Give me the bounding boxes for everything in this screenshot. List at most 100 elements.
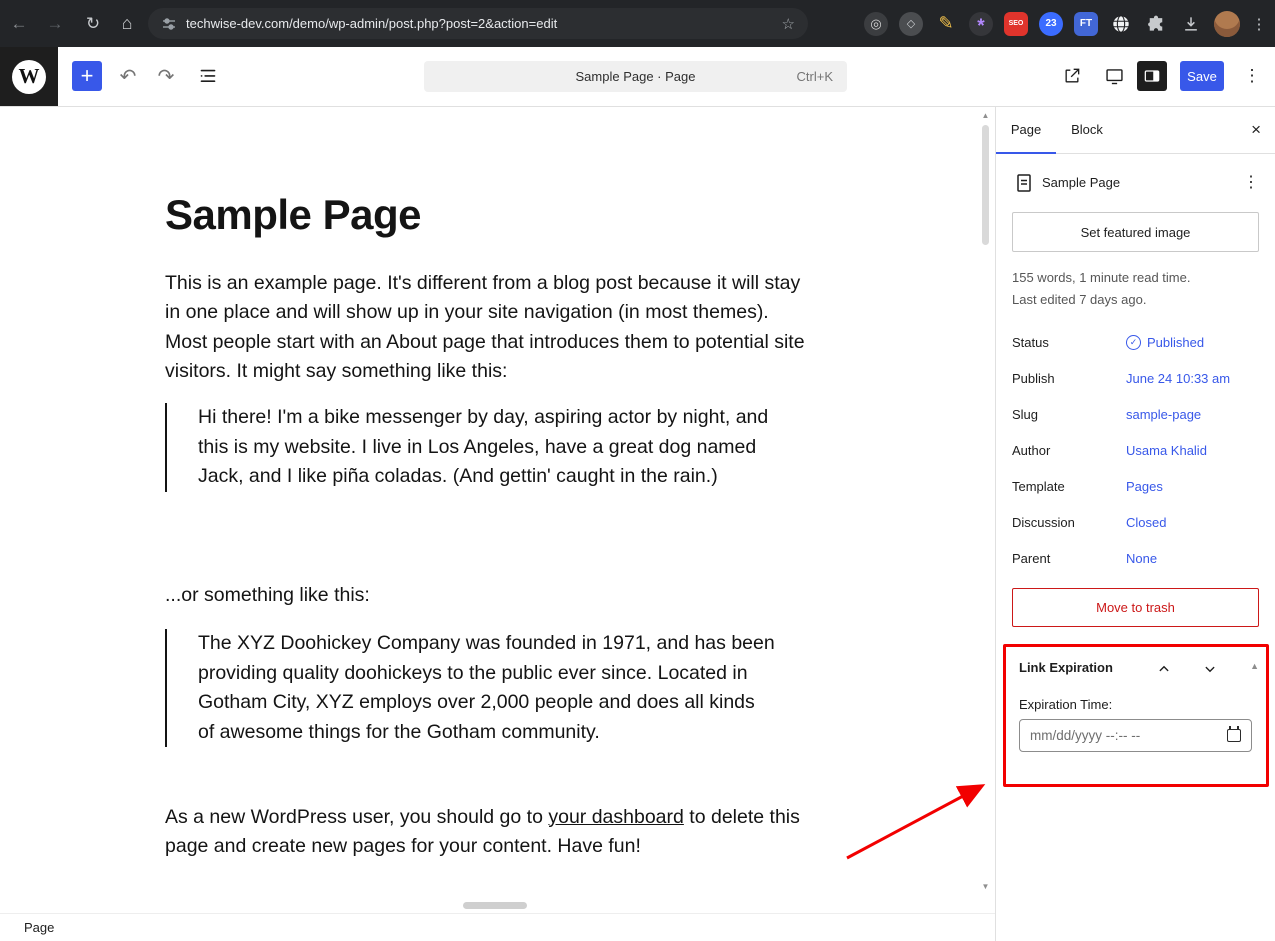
document-actions-menu-button[interactable]: ⋮: [1243, 172, 1259, 192]
settings-sidebar: Page Block × Sample Page ⋮ Set featured …: [995, 107, 1275, 941]
author-value-button[interactable]: Usama Khalid: [1126, 443, 1207, 458]
expiration-datetime-input[interactable]: mm/dd/yyyy --:-- --: [1019, 719, 1252, 752]
browser-refresh-button[interactable]: ↻: [76, 0, 110, 47]
extension-area: ◎ ◇ ✎ * SEO 23 FT ⋮: [864, 0, 1267, 47]
paragraph-block[interactable]: This is an example page. It's different …: [165, 269, 815, 387]
profile-avatar[interactable]: [1214, 10, 1240, 37]
purple-star-extension-icon[interactable]: *: [969, 11, 993, 36]
parent-row: Parent None: [996, 541, 1275, 577]
settings-sidebar-toggle[interactable]: [1137, 61, 1167, 91]
browser-menu-button[interactable]: ⋮: [1251, 12, 1267, 36]
status-value-text: Published: [1147, 335, 1205, 350]
expiration-time-label: Expiration Time:: [1019, 697, 1113, 712]
chevron-down-icon[interactable]: [1198, 657, 1222, 681]
calendar-picker-icon[interactable]: [1227, 726, 1241, 742]
quote-block[interactable]: The XYZ Doohickey Company was founded in…: [165, 629, 776, 747]
author-label: Author: [1012, 443, 1051, 458]
publish-value-button[interactable]: June 24 10:33 am: [1126, 371, 1230, 386]
browser-forward-button[interactable]: →: [38, 0, 72, 47]
slug-label: Slug: [1012, 407, 1039, 422]
downloads-icon[interactable]: [1179, 12, 1203, 36]
parent-value-button[interactable]: None: [1126, 551, 1157, 566]
slug-value-button[interactable]: sample-page: [1126, 407, 1201, 422]
discussion-label: Discussion: [1012, 515, 1075, 530]
wordpress-logo-icon: W: [12, 59, 46, 94]
paragraph-block[interactable]: As a new WordPress user, you should go t…: [165, 803, 815, 862]
slug-row: Slug sample-page: [996, 397, 1275, 433]
scrollbar-thumb[interactable]: [982, 125, 989, 245]
screen: ← → ↻ ⌂ techwise-dev.com/demo/wp-admin/p…: [0, 0, 1275, 941]
browser-toolbar: ← → ↻ ⌂ techwise-dev.com/demo/wp-admin/p…: [0, 0, 1275, 47]
editor-canvas: Sample Page This is an example page. It'…: [0, 107, 995, 913]
status-row: Status ✓ Published: [996, 325, 1275, 361]
status-label: Status: [1012, 335, 1049, 350]
canvas-resize-handle[interactable]: [463, 902, 527, 909]
paragraph-text: As a new WordPress user, you should go t…: [165, 805, 549, 828]
post-title[interactable]: Sample Page: [165, 191, 421, 239]
save-button[interactable]: Save: [1180, 61, 1224, 91]
site-info-icon[interactable]: [161, 16, 177, 32]
browser-back-button[interactable]: ←: [2, 0, 36, 47]
publish-label: Publish: [1012, 371, 1055, 386]
wordpress-logo-button[interactable]: W: [0, 47, 58, 106]
author-row: Author Usama Khalid: [996, 433, 1275, 469]
globe-extension-icon[interactable]: [1109, 12, 1133, 36]
command-palette-button[interactable]: Sample Page · Page Ctrl+K: [424, 61, 847, 92]
ft-extension-icon[interactable]: FT: [1074, 11, 1098, 36]
discussion-row: Discussion Closed: [996, 505, 1275, 541]
undo-button[interactable]: ↶: [112, 61, 144, 91]
pencil-extension-icon[interactable]: ✎: [934, 12, 958, 36]
block-breadcrumb-bar: Page: [0, 913, 995, 941]
scroll-down-icon[interactable]: ▼: [978, 882, 993, 891]
template-label: Template: [1012, 479, 1065, 494]
document-overview-button[interactable]: [192, 61, 224, 91]
close-sidebar-icon[interactable]: ×: [1251, 120, 1261, 140]
browser-home-button[interactable]: ⌂: [110, 0, 144, 47]
annotation-highlight-box: Link Expiration ▲ Expiration Time: mm/dd…: [1003, 644, 1269, 787]
move-to-trash-button[interactable]: Move to trash: [1012, 588, 1259, 627]
panel-collapse-toggle-icon[interactable]: ▲: [1250, 661, 1259, 671]
dashboard-link[interactable]: your dashboard: [548, 806, 684, 828]
set-featured-image-button[interactable]: Set featured image: [1012, 212, 1259, 252]
url-text: techwise-dev.com/demo/wp-admin/post.php?…: [186, 16, 558, 31]
extensions-puzzle-icon[interactable]: [1144, 12, 1168, 36]
tab-block[interactable]: Block: [1056, 107, 1118, 154]
document-settings-rows: Status ✓ Published Publish June 24 10:33 …: [996, 325, 1275, 577]
canvas-scrollbar[interactable]: ▲ ▼: [978, 107, 993, 899]
gray-extension-icon[interactable]: ◇: [899, 11, 923, 36]
page-document-icon: [1012, 171, 1036, 200]
datetime-placeholder: mm/dd/yyyy --:-- --: [1030, 728, 1141, 743]
document-title: Sample Page: [1042, 175, 1121, 190]
publish-row: Publish June 24 10:33 am: [996, 361, 1275, 397]
view-page-external-button[interactable]: [1056, 61, 1088, 91]
shortcut-hint: Ctrl+K: [796, 69, 833, 84]
scroll-up-icon[interactable]: ▲: [978, 111, 993, 120]
template-value-button[interactable]: Pages: [1126, 479, 1163, 494]
parent-label: Parent: [1012, 551, 1051, 566]
tab-page[interactable]: Page: [996, 107, 1056, 154]
word-count-text: 155 words, 1 minute read time.: [1012, 270, 1191, 285]
document-title-label: Sample Page · Page: [575, 69, 696, 84]
editor-header: W + ↶ ↷ Sample Page · Page Ctrl+K Save ⋮: [0, 47, 1275, 107]
status-value-button[interactable]: ✓ Published: [1126, 335, 1204, 350]
address-bar[interactable]: techwise-dev.com/demo/wp-admin/post.php?…: [148, 8, 808, 39]
breadcrumb-page[interactable]: Page: [24, 920, 54, 935]
last-edited-text: Last edited 7 days ago.: [1012, 292, 1147, 307]
chevron-up-icon[interactable]: [1152, 657, 1176, 681]
block-inserter-button[interactable]: +: [72, 61, 102, 91]
published-check-icon: ✓: [1126, 335, 1141, 350]
bookmark-star-icon[interactable]: ☆: [782, 15, 795, 33]
document-summary-row: Sample Page ⋮: [996, 154, 1275, 212]
link-expiration-title: Link Expiration: [1019, 660, 1113, 675]
score-badge-extension-icon[interactable]: 23: [1039, 11, 1063, 36]
editor-options-menu-button[interactable]: ⋮: [1236, 61, 1268, 91]
discussion-value-button[interactable]: Closed: [1126, 515, 1166, 530]
template-row: Template Pages: [996, 469, 1275, 505]
preview-button[interactable]: [1098, 61, 1130, 91]
seo-extension-icon[interactable]: SEO: [1004, 11, 1028, 36]
screenshot-extension-icon[interactable]: ◎: [864, 11, 888, 36]
redo-button[interactable]: ↷: [150, 61, 182, 91]
paragraph-block[interactable]: ...or something like this:: [165, 581, 815, 611]
sidebar-tabs: Page Block ×: [996, 107, 1275, 154]
quote-block[interactable]: Hi there! I'm a bike messenger by day, a…: [165, 403, 776, 492]
